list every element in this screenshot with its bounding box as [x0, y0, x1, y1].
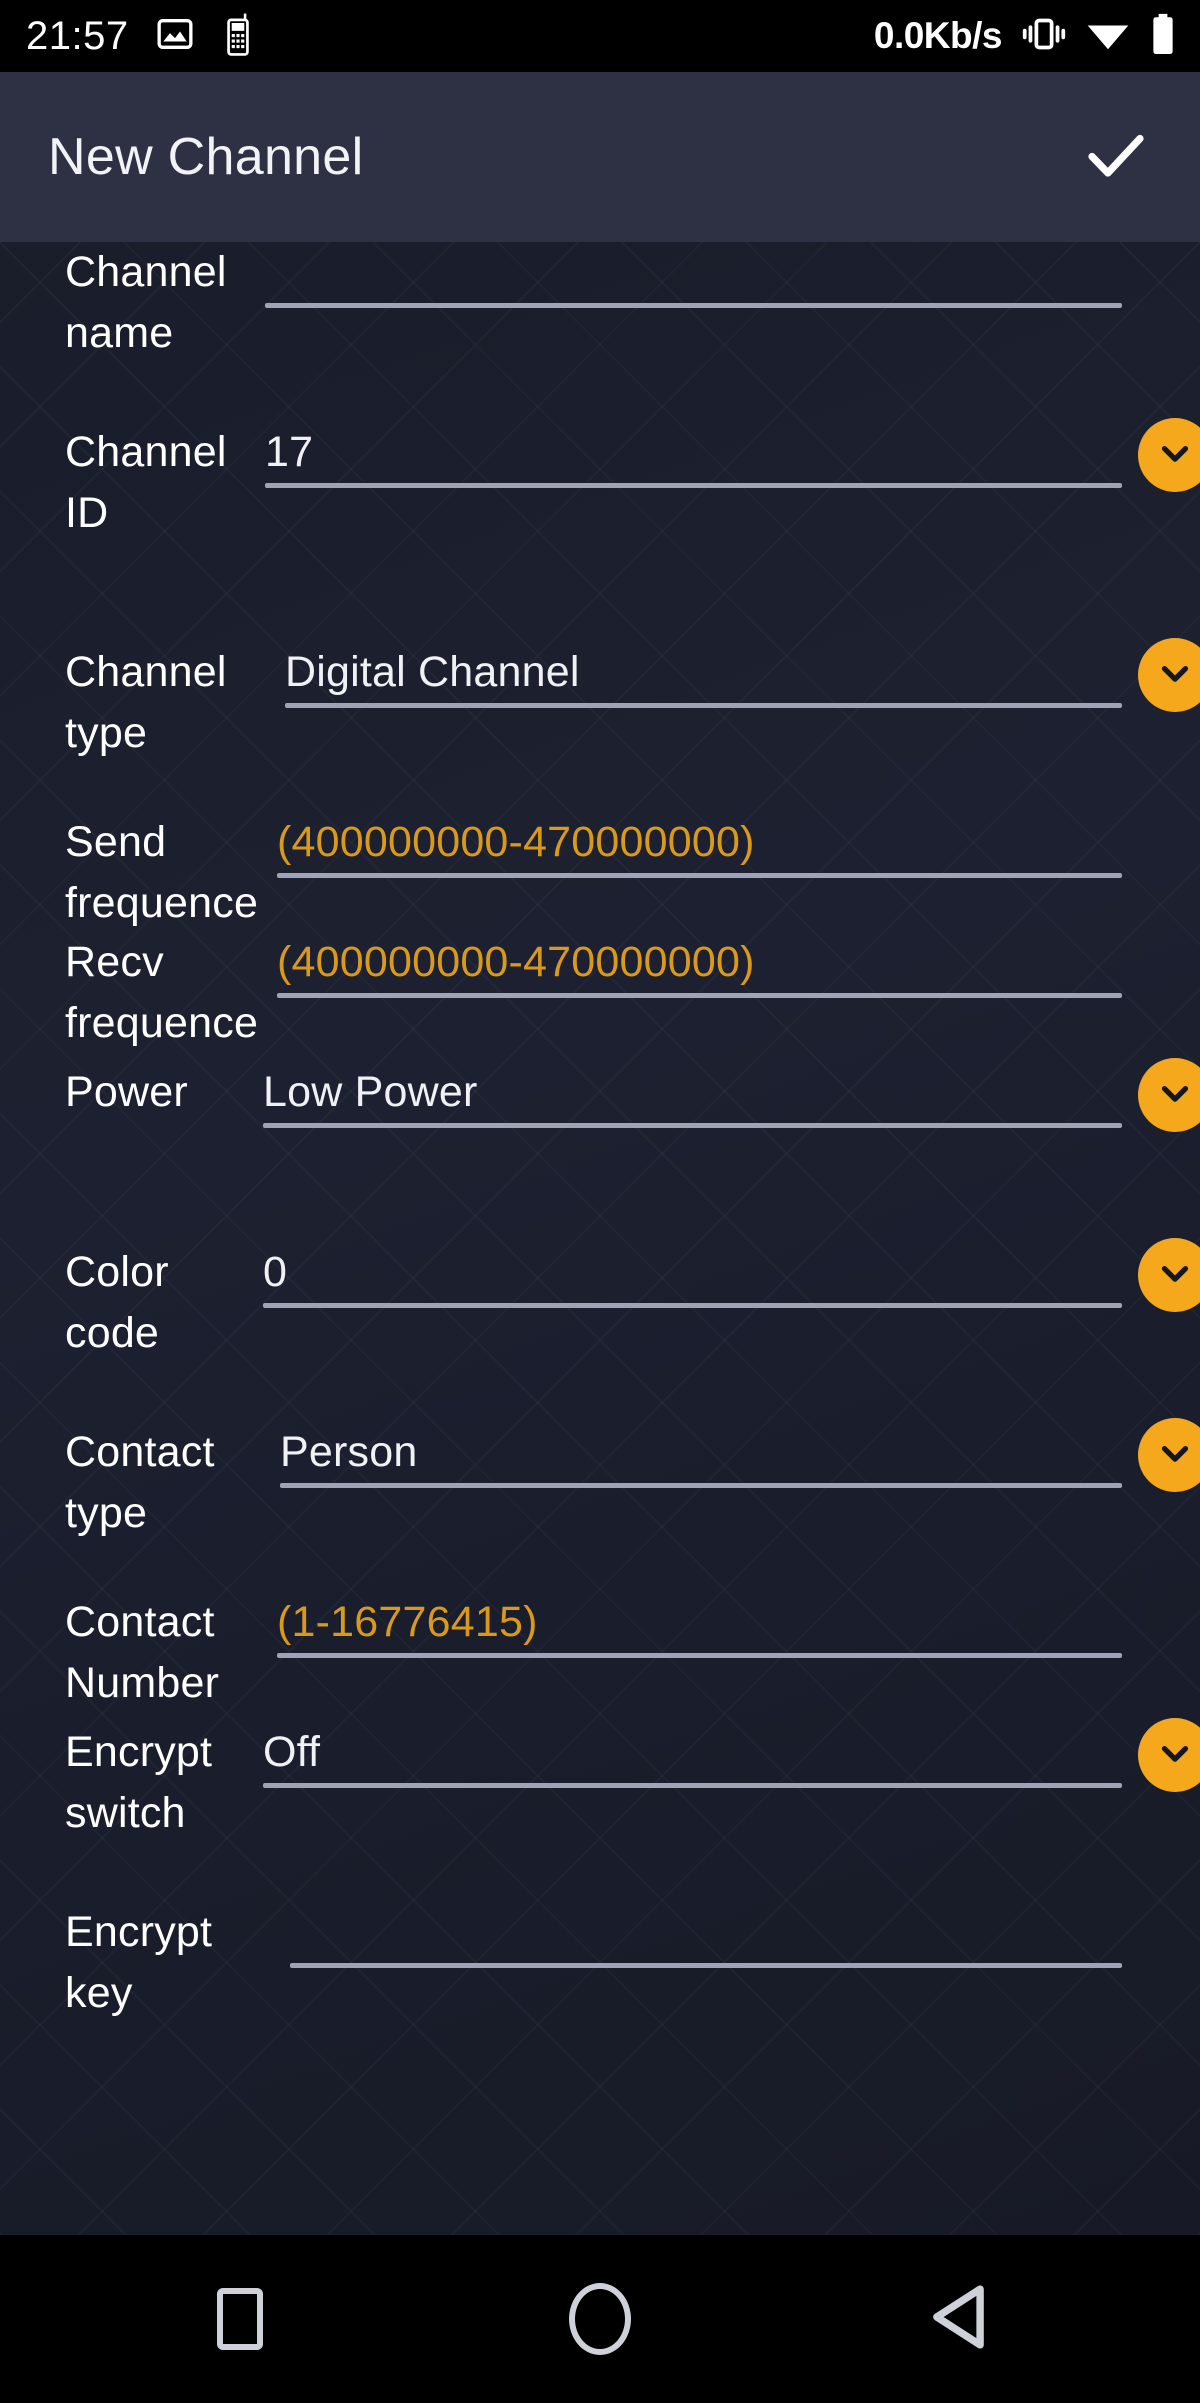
field-underline [263, 1303, 1122, 1308]
chevron-down-icon [1154, 652, 1196, 699]
form-row-contact-number: Contact Number (1-16776415) [0, 1542, 1200, 1714]
form-row-power: Power Low Power [0, 1058, 1200, 1132]
form-row-channel-id: Channel ID 17 [0, 418, 1200, 544]
field-underline [277, 993, 1122, 998]
field-send-frequence[interactable]: (400000000-470000000) [277, 812, 1122, 878]
field-value-contact-type: Person [280, 1428, 418, 1476]
field-underline [265, 303, 1122, 308]
field-underline [285, 703, 1122, 708]
image-icon [155, 14, 195, 59]
form-row-channel-name: Channel name [0, 242, 1200, 364]
field-label-recv-frequence: Recv frequence [65, 938, 259, 1047]
home-button[interactable] [545, 2264, 655, 2374]
walkie-talkie-icon [221, 12, 255, 61]
confirm-button[interactable] [1080, 119, 1200, 196]
form-row-channel-type: Channel type Digital Channel [0, 638, 1200, 764]
dropdown-button-channel-type[interactable] [1138, 638, 1200, 712]
field-label-channel-id: Channel ID [65, 428, 227, 537]
chevron-down-icon [1154, 1732, 1196, 1779]
status-clock: 21:57 [26, 13, 129, 58]
field-underline [263, 1783, 1122, 1788]
field-value-encrypt-switch: Off [263, 1728, 321, 1776]
field-contact-number[interactable]: (1-16776415) [277, 1592, 1122, 1658]
chevron-down-icon [1154, 1432, 1196, 1479]
form-row-contact-type: Contact type Person [0, 1418, 1200, 1544]
dropdown-button-channel-id[interactable] [1138, 418, 1200, 492]
dropdown-button-color-code[interactable] [1138, 1238, 1200, 1312]
field-encrypt-key[interactable] [290, 1902, 1122, 1968]
chevron-down-icon [1154, 1072, 1196, 1119]
dropdown-button-contact-type[interactable] [1138, 1418, 1200, 1492]
circle-icon [569, 2283, 631, 2355]
field-underline [277, 1653, 1122, 1658]
field-label-color-code: Color code [65, 1248, 169, 1357]
battery-icon [1150, 13, 1176, 60]
field-encrypt-switch[interactable]: Off [263, 1718, 1200, 1792]
page-title: New Channel [48, 128, 364, 186]
field-label-encrypt-switch: Encrypt switch [65, 1728, 213, 1837]
recents-button[interactable] [185, 2264, 295, 2374]
field-placeholder-recv-frequence: (400000000-470000000) [277, 938, 755, 986]
field-value-channel-id: 17 [265, 428, 314, 476]
field-label-power: Power [65, 1068, 188, 1116]
field-value-color-code: 0 [263, 1248, 288, 1296]
app-bar: New Channel [0, 72, 1200, 242]
form-row-recv-frequence: Recv frequence (400000000-470000000) [0, 882, 1200, 1054]
network-speed: 0.0Kb/s [873, 15, 1003, 56]
field-label-channel-name: Channel name [65, 248, 227, 357]
back-button[interactable] [905, 2264, 1015, 2374]
android-nav-bar [0, 2235, 1200, 2403]
dropdown-button-encrypt-switch[interactable] [1138, 1718, 1200, 1792]
field-underline [277, 873, 1122, 878]
form-row-encrypt-switch: Encrypt switch Off [0, 1718, 1200, 1844]
wifi-icon [1086, 17, 1130, 56]
phone-screen: 21:57 0.0Kb/s New Channel Channel name C… [0, 0, 1200, 2403]
form-row-color-code: Color code 0 [0, 1238, 1200, 1364]
vibrate-icon [1022, 16, 1066, 57]
dropdown-button-power[interactable] [1138, 1058, 1200, 1132]
field-channel-id[interactable]: 17 [265, 418, 1200, 492]
field-contact-type[interactable]: Person [280, 1418, 1200, 1492]
field-underline [290, 1963, 1122, 1968]
status-bar-right: 0.0Kb/s [874, 13, 1200, 60]
field-label-contact-number: Contact Number [65, 1598, 220, 1707]
field-value-channel-type: Digital Channel [285, 648, 580, 696]
field-underline [263, 1123, 1122, 1128]
form-row-encrypt-key: Encrypt key [0, 1902, 1200, 2024]
field-value-power: Low Power [263, 1068, 478, 1116]
field-power[interactable]: Low Power [263, 1058, 1200, 1132]
field-recv-frequence[interactable]: (400000000-470000000) [277, 932, 1122, 998]
field-placeholder-contact-number: (1-16776415) [277, 1598, 538, 1646]
chevron-down-icon [1154, 432, 1196, 479]
field-label-channel-type: Channel type [65, 648, 227, 757]
status-bar: 21:57 0.0Kb/s [0, 0, 1200, 72]
field-label-contact-type: Contact type [65, 1428, 215, 1537]
field-color-code[interactable]: 0 [263, 1238, 1200, 1312]
status-bar-left: 21:57 [0, 12, 255, 61]
field-underline [280, 1483, 1122, 1488]
field-channel-name[interactable] [265, 242, 1122, 308]
triangle-left-icon [929, 2283, 991, 2356]
field-placeholder-send-frequence: (400000000-470000000) [277, 818, 755, 866]
field-label-encrypt-key: Encrypt key [65, 1908, 213, 2017]
chevron-down-icon [1154, 1252, 1196, 1299]
check-icon [1080, 119, 1152, 196]
channel-form: Channel name Channel ID 17 Channel type … [0, 242, 1200, 2235]
field-underline [265, 483, 1122, 488]
square-icon [217, 2288, 263, 2350]
field-channel-type[interactable]: Digital Channel [285, 638, 1200, 712]
